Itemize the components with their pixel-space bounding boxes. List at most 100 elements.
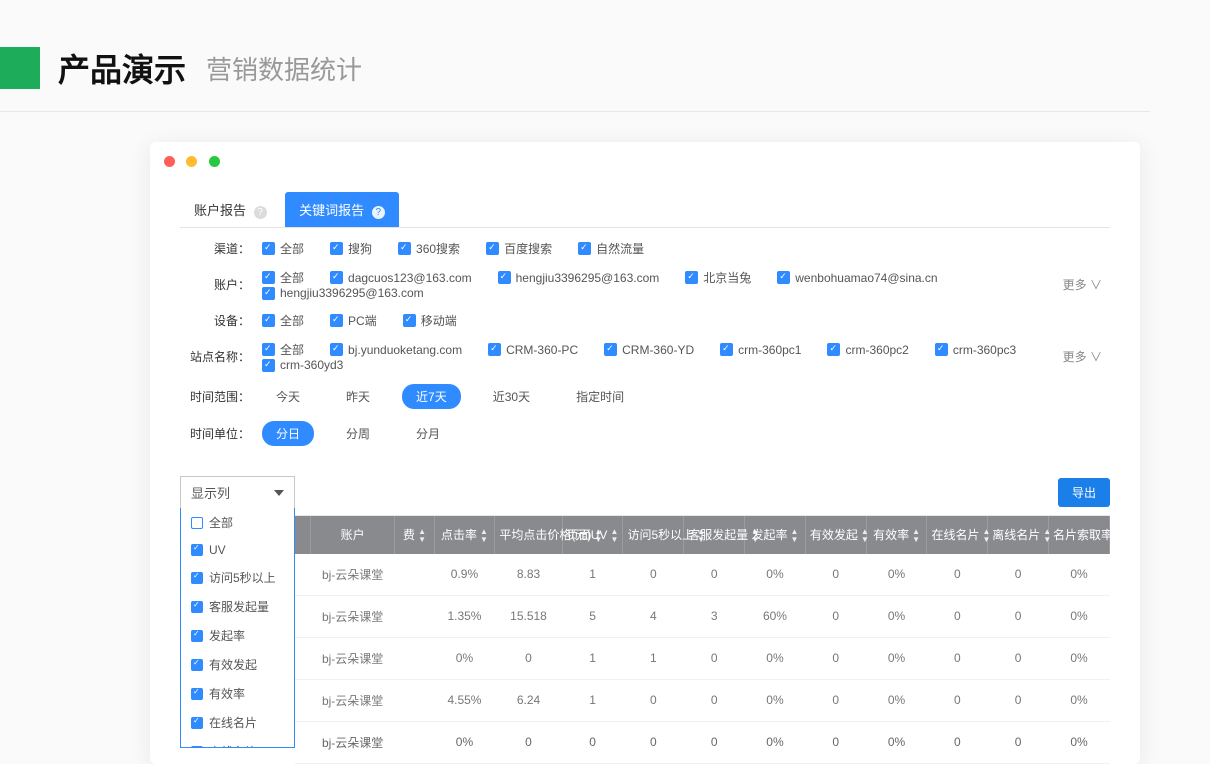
filter-row-channel: 渠道： 全部搜狗360搜索百度搜索自然流量 — [180, 240, 1110, 257]
column-header[interactable]: 访问5秒以上 — [623, 516, 684, 554]
table-cell: 0 — [805, 679, 866, 721]
column-header[interactable]: 账户 — [310, 516, 395, 554]
table-cell: 0 — [684, 721, 745, 763]
filter-checkbox[interactable]: wenbohuamao74@sina.cn — [777, 271, 937, 285]
checkbox-icon — [935, 343, 948, 356]
filter-checkbox[interactable]: 全部 — [262, 341, 304, 358]
column-option[interactable]: UV — [181, 537, 294, 563]
column-option[interactable]: 有效率 — [181, 679, 294, 708]
column-header[interactable]: 有效发起 — [805, 516, 866, 554]
sort-icon[interactable] — [594, 528, 602, 544]
filter-checkbox[interactable]: hengjiu3396295@163.com — [498, 271, 660, 285]
filter-label: 时间单位： — [180, 425, 250, 442]
table-cell: 0% — [434, 721, 495, 763]
filter-label: 设备： — [180, 312, 250, 329]
app-window: 账户报告 ? 关键词报告 ? 渠道： 全部搜狗360搜索百度搜索自然流量 账户：… — [150, 142, 1140, 764]
table-cell: 0 — [988, 595, 1049, 637]
filter-checkbox[interactable]: 搜狗 — [330, 240, 372, 257]
more-toggle[interactable]: 更多 ∨ — [1063, 276, 1110, 293]
filter-checkbox[interactable]: 百度搜索 — [486, 240, 552, 257]
time-option[interactable]: 分日 — [262, 421, 314, 446]
tab-keyword-report[interactable]: 关键词报告 ? — [285, 192, 399, 227]
filter-label: 站点名称： — [180, 348, 250, 365]
filter-row-device: 设备： 全部 PC端 移动端 — [180, 312, 1110, 329]
time-option[interactable]: 今天 — [262, 384, 314, 409]
filter-checkbox[interactable]: crm-360yd3 — [262, 358, 343, 372]
sort-icon[interactable] — [912, 528, 920, 544]
filter-options: 全部 搜狗 360搜索 百度搜索 自然流量 — [262, 240, 1110, 257]
column-header[interactable]: 费 — [395, 516, 434, 554]
tab-label: 关键词报告 — [299, 203, 364, 218]
more-toggle[interactable]: 更多 ∨ — [1063, 348, 1110, 365]
column-header[interactable]: 页面UV — [562, 516, 623, 554]
column-option[interactable]: 访问5秒以上 — [181, 563, 294, 592]
table-cell: 0 — [805, 595, 866, 637]
filter-options: 全部dagcuos123@163.comhengjiu3396295@163.c… — [262, 269, 1063, 300]
column-header[interactable]: 点击率 — [434, 516, 495, 554]
filter-checkbox[interactable]: hengjiu3396295@163.com — [262, 286, 424, 300]
sort-icon[interactable] — [610, 528, 618, 544]
filter-checkbox[interactable]: 全部 — [262, 312, 304, 329]
filter-checkbox[interactable]: crm-360pc3 — [935, 343, 1016, 357]
column-option[interactable]: 客服发起量 — [181, 592, 294, 621]
filter-checkbox[interactable]: 自然流量 — [578, 240, 644, 257]
table-cell: 0% — [1049, 721, 1110, 763]
checkbox-label: crm-360pc1 — [738, 343, 801, 357]
sort-icon[interactable] — [480, 528, 488, 544]
sort-icon[interactable] — [751, 528, 759, 544]
filter-checkbox[interactable]: 全部 — [262, 269, 304, 286]
column-option[interactable]: 离线名片 — [181, 737, 294, 748]
checkbox-label: 360搜索 — [416, 240, 460, 257]
sort-icon[interactable] — [791, 528, 799, 544]
maximize-icon[interactable] — [209, 156, 220, 167]
column-header[interactable]: 平均点击价格(元) — [495, 516, 562, 554]
filter-checkbox[interactable]: 全部 — [262, 240, 304, 257]
column-header[interactable]: 客服发起量 — [684, 516, 745, 554]
help-icon[interactable]: ? — [254, 206, 267, 219]
filter-checkbox[interactable]: crm-360pc2 — [827, 343, 908, 357]
filter-checkbox[interactable]: crm-360pc1 — [720, 343, 801, 357]
column-option[interactable]: 有效发起 — [181, 650, 294, 679]
filter-checkbox[interactable]: 北京当兔 — [685, 269, 751, 286]
sort-icon[interactable] — [861, 528, 869, 544]
column-option[interactable]: 发起率 — [181, 621, 294, 650]
help-icon[interactable]: ? — [372, 206, 385, 219]
filter-row-time-unit: 时间单位： 分日分周分月 — [180, 421, 1110, 446]
tab-account-report[interactable]: 账户报告 ? — [180, 192, 281, 227]
table-cell: 0 — [927, 637, 988, 679]
filter-checkbox[interactable]: bj.yunduoketang.com — [330, 343, 462, 357]
tab-label: 账户报告 — [194, 203, 246, 218]
time-option[interactable]: 昨天 — [332, 384, 384, 409]
column-header[interactable]: 离线名片 — [988, 516, 1049, 554]
filter-checkbox[interactable]: 360搜索 — [398, 240, 460, 257]
time-option[interactable]: 近7天 — [402, 384, 461, 409]
column-option[interactable]: 全部 — [181, 508, 294, 537]
checkbox-icon — [262, 271, 275, 284]
close-icon[interactable] — [164, 156, 175, 167]
filter-checkbox[interactable]: PC端 — [330, 312, 377, 329]
filter-checkbox[interactable]: 移动端 — [403, 312, 457, 329]
sort-icon[interactable] — [982, 528, 990, 544]
sort-icon[interactable] — [1043, 528, 1051, 544]
sort-icon[interactable] — [418, 528, 426, 544]
filter-checkbox[interactable]: CRM-360-YD — [604, 343, 694, 357]
column-header[interactable]: 有效率 — [866, 516, 927, 554]
time-option[interactable]: 指定时间 — [562, 384, 638, 409]
minimize-icon[interactable] — [186, 156, 197, 167]
column-select-dropdown[interactable]: 显示列 全部UV访问5秒以上客服发起量发起率有效发起有效率在线名片离线名片名片索… — [180, 476, 295, 509]
filter-checkbox[interactable]: dagcuos123@163.com — [330, 271, 472, 285]
time-option[interactable]: 近30天 — [479, 384, 544, 409]
column-option[interactable]: 在线名片 — [181, 708, 294, 737]
time-option[interactable]: 分周 — [332, 421, 384, 446]
filter-checkbox[interactable]: CRM-360-PC — [488, 343, 578, 357]
column-header[interactable]: 名片索取率 — [1049, 516, 1110, 554]
time-option[interactable]: 分月 — [402, 421, 454, 446]
checkbox-icon — [191, 517, 203, 529]
table-cell: 0 — [988, 679, 1049, 721]
checkbox-icon — [191, 659, 203, 671]
column-header[interactable]: 在线名片 — [927, 516, 988, 554]
sort-icon[interactable] — [697, 528, 705, 544]
export-button[interactable]: 导出 — [1058, 478, 1110, 507]
table-cell: bj-云朵课堂 — [310, 595, 395, 637]
report-tabs: 账户报告 ? 关键词报告 ? — [180, 192, 1110, 228]
